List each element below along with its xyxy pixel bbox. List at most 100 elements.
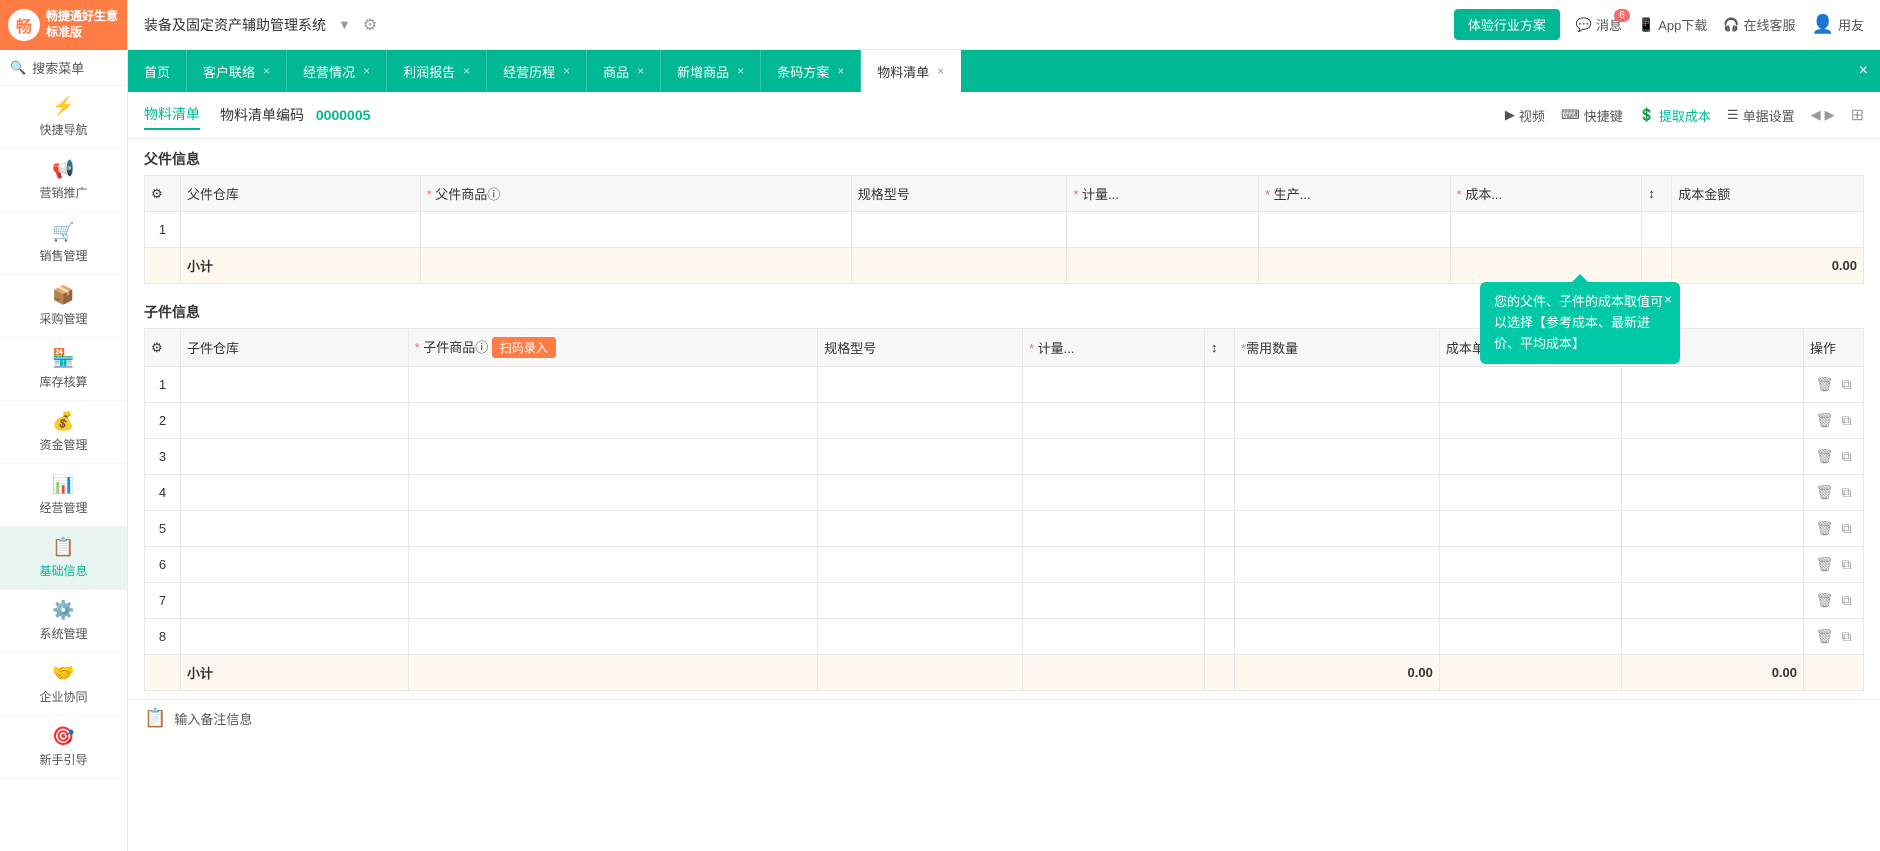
sidebar-item-guide[interactable]: 🎯 新手引导 bbox=[0, 716, 127, 779]
sidebar-item-operation[interactable]: 📊 经营管理 bbox=[0, 464, 127, 527]
child-row-3-delete-icon[interactable]: 🗑 bbox=[1816, 448, 1834, 465]
sidebar-item-finance[interactable]: 💰 资金管理 bbox=[0, 401, 127, 464]
child-row-2-copy-icon[interactable]: ⧉ bbox=[1841, 412, 1851, 429]
tooltip-close[interactable]: × bbox=[1664, 288, 1672, 310]
parent-row-1-product[interactable] bbox=[420, 212, 851, 248]
child-row-4-spec[interactable] bbox=[818, 475, 1023, 511]
child-row-3-unit[interactable] bbox=[1023, 439, 1205, 475]
parent-row-1-produce[interactable] bbox=[1259, 212, 1451, 248]
user-button[interactable]: 👤 用友 bbox=[1812, 14, 1864, 35]
child-row-5-unit[interactable] bbox=[1023, 511, 1205, 547]
child-row-1-warehouse[interactable] bbox=[181, 367, 409, 403]
child-row-6-unit[interactable] bbox=[1023, 547, 1205, 583]
child-row-6-product[interactable] bbox=[408, 547, 818, 583]
child-row-5-warehouse[interactable] bbox=[181, 511, 409, 547]
tab-home[interactable]: 首页 bbox=[128, 50, 187, 92]
extract-cost-action[interactable]: 💲 提取成本 bbox=[1639, 106, 1711, 125]
child-row-2-unit[interactable] bbox=[1023, 403, 1205, 439]
tab-operation-status[interactable]: 经营情况 × bbox=[287, 50, 387, 92]
page-tab-bom-list[interactable]: 物料清单 bbox=[144, 100, 200, 130]
child-row-4-unit[interactable] bbox=[1023, 475, 1205, 511]
child-row-2-qty[interactable] bbox=[1235, 403, 1440, 439]
sidebar-item-purchase[interactable]: 📦 采购管理 bbox=[0, 275, 127, 338]
child-th-settings[interactable]: ⚙ bbox=[145, 329, 181, 367]
child-row-7-unit[interactable] bbox=[1023, 583, 1205, 619]
tab-new-product-close[interactable]: × bbox=[737, 64, 744, 78]
tab-products[interactable]: 商品 × bbox=[587, 50, 661, 92]
app-download-button[interactable]: 📱 App下载 bbox=[1638, 15, 1707, 34]
child-row-4-warehouse[interactable] bbox=[181, 475, 409, 511]
child-row-3-warehouse[interactable] bbox=[181, 439, 409, 475]
tab-new-product[interactable]: 新增商品 × bbox=[661, 50, 761, 92]
child-row-5-product[interactable] bbox=[408, 511, 818, 547]
child-row-4-qty[interactable] bbox=[1235, 475, 1440, 511]
tab-barcode[interactable]: 条码方案 × bbox=[761, 50, 861, 92]
child-row-6-qty[interactable] bbox=[1235, 547, 1440, 583]
tab-profit[interactable]: 利润报告 × bbox=[387, 50, 487, 92]
child-row-5-delete-icon[interactable]: 🗑 bbox=[1816, 520, 1834, 537]
tab-customer[interactable]: 客户联络 × bbox=[187, 50, 287, 92]
child-row-7-copy-icon[interactable]: ⧉ bbox=[1841, 592, 1851, 609]
prev-icon[interactable]: ◀ bbox=[1811, 107, 1821, 123]
single-setting-action[interactable]: ☰ 单据设置 bbox=[1727, 106, 1795, 125]
trial-button[interactable]: 体验行业方案 bbox=[1454, 9, 1560, 40]
child-row-8-spec[interactable] bbox=[818, 619, 1023, 655]
sidebar-item-inventory[interactable]: 🏪 库存核算 bbox=[0, 338, 127, 401]
child-row-1-product[interactable] bbox=[408, 367, 818, 403]
tab-barcode-close[interactable]: × bbox=[837, 64, 844, 78]
child-row-6-delete-icon[interactable]: 🗑 bbox=[1816, 556, 1834, 573]
scan-button[interactable]: 扫码录入 bbox=[492, 337, 556, 358]
grid-view-icon[interactable]: ⊞ bbox=[1851, 105, 1864, 125]
child-row-5-spec[interactable] bbox=[818, 511, 1023, 547]
tab-history[interactable]: 经营历程 × bbox=[487, 50, 587, 92]
settings-icon[interactable]: ⚙ bbox=[363, 15, 377, 35]
child-row-8-copy-icon[interactable]: ⧉ bbox=[1841, 628, 1851, 645]
child-row-7-qty[interactable] bbox=[1235, 583, 1440, 619]
tab-customer-close[interactable]: × bbox=[263, 64, 270, 78]
parent-row-1-spec[interactable] bbox=[851, 212, 1067, 248]
nav-close-all[interactable]: × bbox=[1847, 62, 1880, 80]
video-action[interactable]: ▶ 视频 bbox=[1505, 106, 1545, 125]
tab-products-close[interactable]: × bbox=[637, 64, 644, 78]
online-service-button[interactable]: 🎧 在线客服 bbox=[1723, 15, 1795, 34]
child-row-2-delete-icon[interactable]: 🗑 bbox=[1816, 412, 1834, 429]
child-row-3-spec[interactable] bbox=[818, 439, 1023, 475]
sidebar-item-sales[interactable]: 🛒 销售管理 bbox=[0, 212, 127, 275]
child-row-3-product[interactable] bbox=[408, 439, 818, 475]
sidebar-search[interactable]: 🔍 搜索菜单 bbox=[0, 50, 127, 86]
child-row-8-qty[interactable] bbox=[1235, 619, 1440, 655]
sidebar-item-collab[interactable]: 🤝 企业协同 bbox=[0, 653, 127, 716]
tab-profit-close[interactable]: × bbox=[463, 64, 470, 78]
child-row-7-spec[interactable] bbox=[818, 583, 1023, 619]
parent-row-1-unit[interactable] bbox=[1067, 212, 1259, 248]
parent-row-1-warehouse[interactable] bbox=[181, 212, 421, 248]
child-row-4-delete-icon[interactable]: 🗑 bbox=[1816, 484, 1834, 501]
tab-bom[interactable]: 物料清单 × bbox=[861, 50, 961, 92]
child-row-1-unit[interactable] bbox=[1023, 367, 1205, 403]
child-row-1-spec[interactable] bbox=[818, 367, 1023, 403]
shortcut-action[interactable]: ⌨ 快捷键 bbox=[1561, 106, 1623, 125]
chevron-down-icon[interactable]: ▼ bbox=[338, 17, 351, 32]
child-row-6-spec[interactable] bbox=[818, 547, 1023, 583]
sidebar-item-basic[interactable]: 📋 基础信息 bbox=[0, 527, 127, 590]
child-row-8-unit[interactable] bbox=[1023, 619, 1205, 655]
child-row-2-product[interactable] bbox=[408, 403, 818, 439]
child-row-5-copy-icon[interactable]: ⧉ bbox=[1841, 520, 1851, 537]
child-row-1-copy-icon[interactable]: ⧉ bbox=[1841, 376, 1851, 393]
child-row-6-copy-icon[interactable]: ⧉ bbox=[1841, 556, 1851, 573]
child-row-7-delete-icon[interactable]: 🗑 bbox=[1816, 592, 1834, 609]
child-row-3-qty[interactable] bbox=[1235, 439, 1440, 475]
sidebar-item-system[interactable]: ⚙️ 系统管理 bbox=[0, 590, 127, 653]
tab-history-close[interactable]: × bbox=[563, 64, 570, 78]
tab-operation-status-close[interactable]: × bbox=[363, 64, 370, 78]
child-row-6-warehouse[interactable] bbox=[181, 547, 409, 583]
message-button[interactable]: 💬 消息 6 bbox=[1576, 15, 1622, 34]
child-row-3-copy-icon[interactable]: ⧉ bbox=[1841, 448, 1851, 465]
child-row-1-qty[interactable] bbox=[1235, 367, 1440, 403]
child-row-4-copy-icon[interactable]: ⧉ bbox=[1841, 484, 1851, 501]
parent-row-1-cost[interactable] bbox=[1450, 212, 1642, 248]
child-row-2-warehouse[interactable] bbox=[181, 403, 409, 439]
child-row-2-spec[interactable] bbox=[818, 403, 1023, 439]
sidebar-item-quick-nav[interactable]: ⚡ 快捷导航 bbox=[0, 86, 127, 149]
sidebar-item-marketing[interactable]: 📢 营销推广 bbox=[0, 149, 127, 212]
